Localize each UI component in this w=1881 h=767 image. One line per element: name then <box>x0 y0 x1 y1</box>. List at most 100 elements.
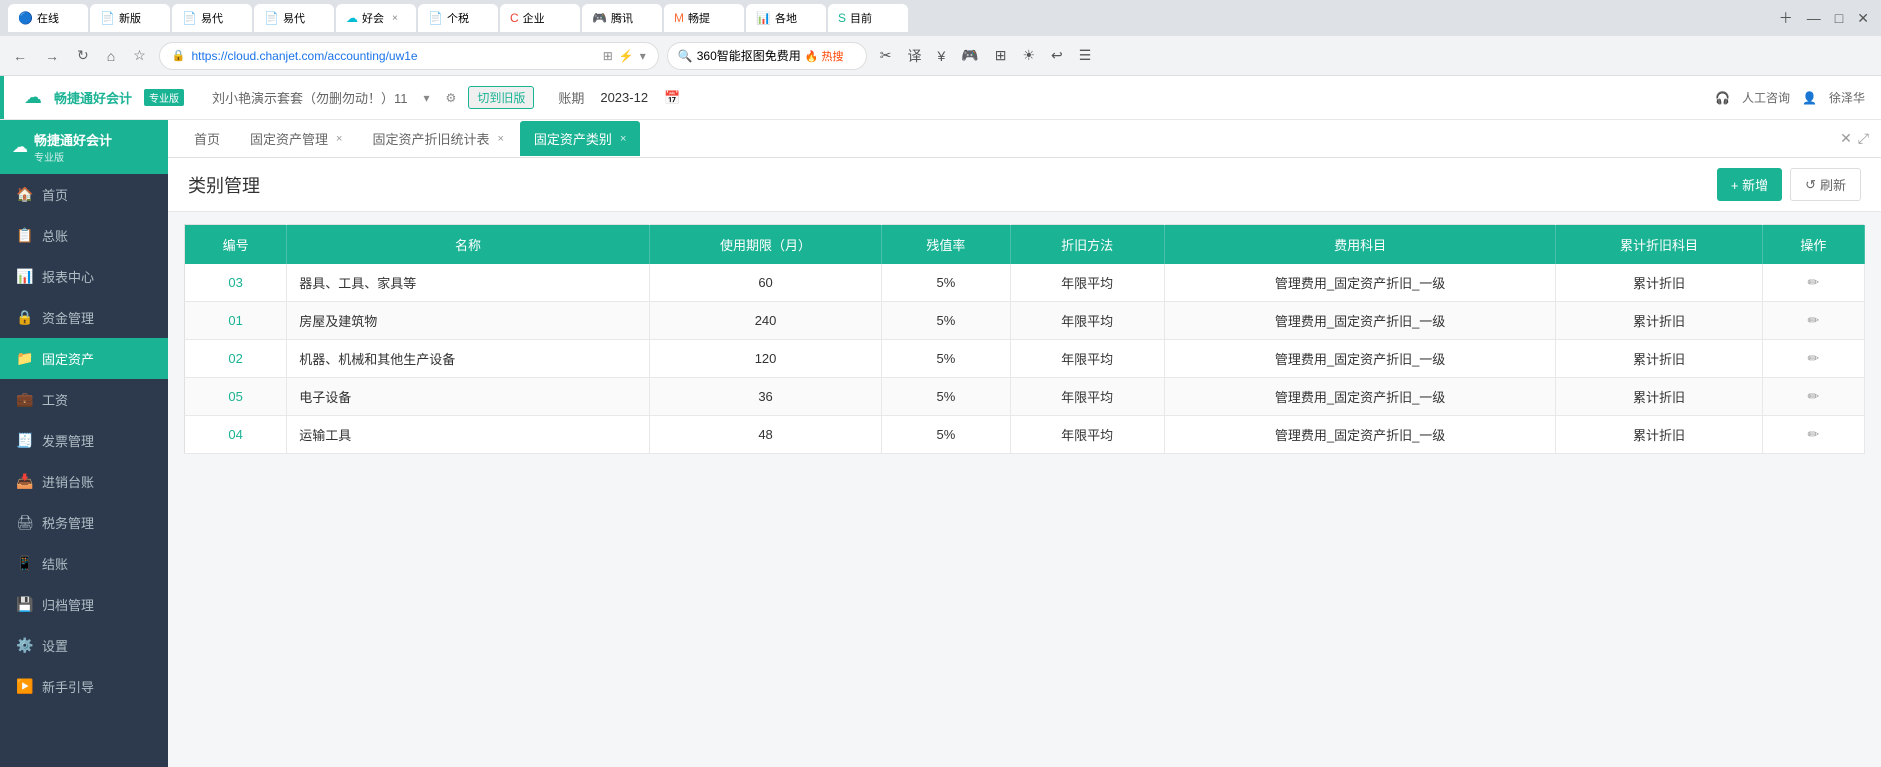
cell-code[interactable]: 02 <box>185 340 287 378</box>
close-btn[interactable]: ✕ <box>1853 8 1873 29</box>
sidebar-item-home[interactable]: 🏠 首页 <box>0 174 168 215</box>
new-tab-btn[interactable]: ＋ <box>1775 6 1797 30</box>
dropdown-icon[interactable]: ▾ <box>424 91 430 105</box>
tab-window-controls: ✕ ⤢ <box>1840 130 1869 147</box>
settings-icon[interactable]: ⚙ <box>446 91 457 105</box>
cell-method: 年限平均 <box>1010 264 1164 302</box>
home-btn[interactable]: ⌂ <box>102 46 120 66</box>
bookmark-btn[interactable]: ☆ <box>128 45 151 66</box>
sidebar-label-settings: 设置 <box>42 636 68 655</box>
wallet-icon[interactable]: ¥ <box>933 46 951 66</box>
logo-main-text: 畅捷通好会计 <box>34 130 112 149</box>
add-btn[interactable]: + 新增 <box>1717 168 1782 201</box>
scissors-icon[interactable]: ✂ <box>875 45 897 66</box>
browser-tab-qiye[interactable]: C 企业 <box>500 4 580 32</box>
sidebar-item-invoice[interactable]: 🧾 发票管理 <box>0 420 168 461</box>
sidebar-item-tax[interactable]: 🖨 税务管理 <box>0 502 168 543</box>
sidebar-item-archive[interactable]: 💾 归档管理 <box>0 584 168 625</box>
undo-icon[interactable]: ↩ <box>1046 45 1068 66</box>
forward-btn[interactable]: → <box>40 46 64 66</box>
sidebar-label-tax: 税务管理 <box>42 513 94 532</box>
table-row: 01 房屋及建筑物 240 5% 年限平均 管理费用_固定资产折旧_一级 累计折… <box>185 302 1865 340</box>
window-maximize-icon[interactable]: ⤢ <box>1858 130 1869 147</box>
page-title: 类别管理 <box>188 172 260 198</box>
browser-tab-zaixian[interactable]: 🔵 在线 <box>8 4 88 32</box>
sidebar-item-io[interactable]: 📥 进销台账 <box>0 461 168 502</box>
translate-icon[interactable]: 译 <box>903 44 927 68</box>
page-tab-depreciation[interactable]: 固定资产折旧统计表 × <box>358 121 517 156</box>
main-content: 首页 固定资产管理 × 固定资产折旧统计表 × 固定资产类别 × ✕ ⤢ <box>168 120 1881 767</box>
cell-action[interactable]: ✏ <box>1762 302 1864 340</box>
expand-icon: ⊞ <box>603 49 613 63</box>
edit-icon[interactable]: ✏ <box>1808 274 1820 290</box>
sidebar-label-home: 首页 <box>42 185 68 204</box>
tab-close-fixed-mgmt[interactable]: × <box>336 133 342 145</box>
minimize-btn[interactable]: — <box>1803 8 1825 28</box>
sidebar-item-settings[interactable]: ⚙️ 设置 <box>0 625 168 666</box>
logo-cloud-icon: ☁ <box>12 137 28 157</box>
tab-close-category[interactable]: × <box>620 133 626 145</box>
edit-icon[interactable]: ✏ <box>1808 388 1820 404</box>
browser-tab-yidai2[interactable]: 📄 易代 <box>254 4 334 32</box>
maximize-btn[interactable]: □ <box>1831 8 1847 28</box>
sidebar-item-ledger[interactable]: 📋 总账 <box>0 215 168 256</box>
browser-tab-gedi[interactable]: 📊 各地 <box>746 4 826 32</box>
browser-tab-haosuan[interactable]: ☁ 好会 × <box>336 4 416 32</box>
cell-residual: 5% <box>882 378 1010 416</box>
sidebar-item-fixed[interactable]: 📁 固定资产 <box>0 338 168 379</box>
browser-tab-changtui[interactable]: M 畅提 <box>664 4 744 32</box>
browser-chrome: 🔵 在线 📄 新版 📄 易代 📄 易代 ☁ 好会 × 📄 个税 C 企业 <box>0 0 1881 36</box>
edit-icon[interactable]: ✏ <box>1808 350 1820 366</box>
cell-action[interactable]: ✏ <box>1762 264 1864 302</box>
refresh-icon: ↺ <box>1805 177 1816 193</box>
cell-code[interactable]: 05 <box>185 378 287 416</box>
fixed-icon: 📁 <box>16 350 34 367</box>
browser-tab-xin[interactable]: 📄 新版 <box>90 4 170 32</box>
switch-old-btn[interactable]: 切到旧版 <box>468 86 534 109</box>
table-row: 05 电子设备 36 5% 年限平均 管理费用_固定资产折旧_一级 累计折旧 ✏ <box>185 378 1865 416</box>
io-icon: 📥 <box>16 473 34 490</box>
tab-close-depreciation[interactable]: × <box>497 133 503 145</box>
reload-btn[interactable]: ↻ <box>72 45 94 66</box>
cell-expense: 管理费用_固定资产折旧_一级 <box>1164 264 1556 302</box>
window-close-icon[interactable]: ✕ <box>1840 130 1852 147</box>
chevron-down-icon[interactable]: ▾ <box>640 49 646 63</box>
page-tab-category[interactable]: 固定资产类别 × <box>520 121 640 156</box>
edit-icon[interactable]: ✏ <box>1808 426 1820 442</box>
cell-action[interactable]: ✏ <box>1762 378 1864 416</box>
invoice-icon: 🧾 <box>16 432 34 449</box>
back-btn[interactable]: ← <box>8 46 32 66</box>
browser-tab-yidai1[interactable]: 📄 易代 <box>172 4 252 32</box>
browser-tab-tengxun[interactable]: 🎮 腾讯 <box>582 4 662 32</box>
cell-code[interactable]: 03 <box>185 264 287 302</box>
cell-action[interactable]: ✏ <box>1762 416 1864 454</box>
cell-code[interactable]: 01 <box>185 302 287 340</box>
browser-tab-shumu[interactable]: S 目前 <box>828 4 908 32</box>
page-content-header: 类别管理 + 新增 ↺ 刷新 <box>168 158 1881 212</box>
sidebar-item-settle[interactable]: 📱 结账 <box>0 543 168 584</box>
address-bar[interactable]: 🔒 https://cloud.chanjet.com/accounting/u… <box>159 42 659 70</box>
lightning-icon: ⚡ <box>619 49 634 63</box>
cell-code[interactable]: 04 <box>185 416 287 454</box>
calendar-icon[interactable]: 📅 <box>664 90 680 106</box>
grid-icon[interactable]: ⊞ <box>990 45 1012 66</box>
cell-method: 年限平均 <box>1010 416 1164 454</box>
cell-name: 运输工具 <box>287 416 650 454</box>
sidebar-item-fund[interactable]: 🔒 资金管理 <box>0 297 168 338</box>
close-icon[interactable]: × <box>392 13 398 24</box>
refresh-btn[interactable]: ↺ 刷新 <box>1790 168 1861 201</box>
sidebar-item-report[interactable]: 📊 报表中心 <box>0 256 168 297</box>
edit-icon[interactable]: ✏ <box>1808 312 1820 328</box>
sun-icon[interactable]: ☀ <box>1017 45 1040 66</box>
menu-icon[interactable]: ☰ <box>1074 45 1097 66</box>
search-area[interactable]: 🔍 360智能抠图免费用 🔥 热搜 <box>667 42 867 70</box>
archive-icon: 💾 <box>16 596 34 613</box>
page-tab-home[interactable]: 首页 <box>180 121 234 156</box>
game-icon[interactable]: 🎮 <box>956 45 983 66</box>
sidebar-item-guide[interactable]: ▶️ 新手引导 <box>0 666 168 707</box>
sidebar-item-salary[interactable]: 💼 工资 <box>0 379 168 420</box>
help-label[interactable]: 人工咨询 <box>1742 89 1790 106</box>
cell-action[interactable]: ✏ <box>1762 340 1864 378</box>
page-tab-fixed-mgmt[interactable]: 固定资产管理 × <box>236 121 356 156</box>
browser-tab-geshui[interactable]: 📄 个税 <box>418 4 498 32</box>
